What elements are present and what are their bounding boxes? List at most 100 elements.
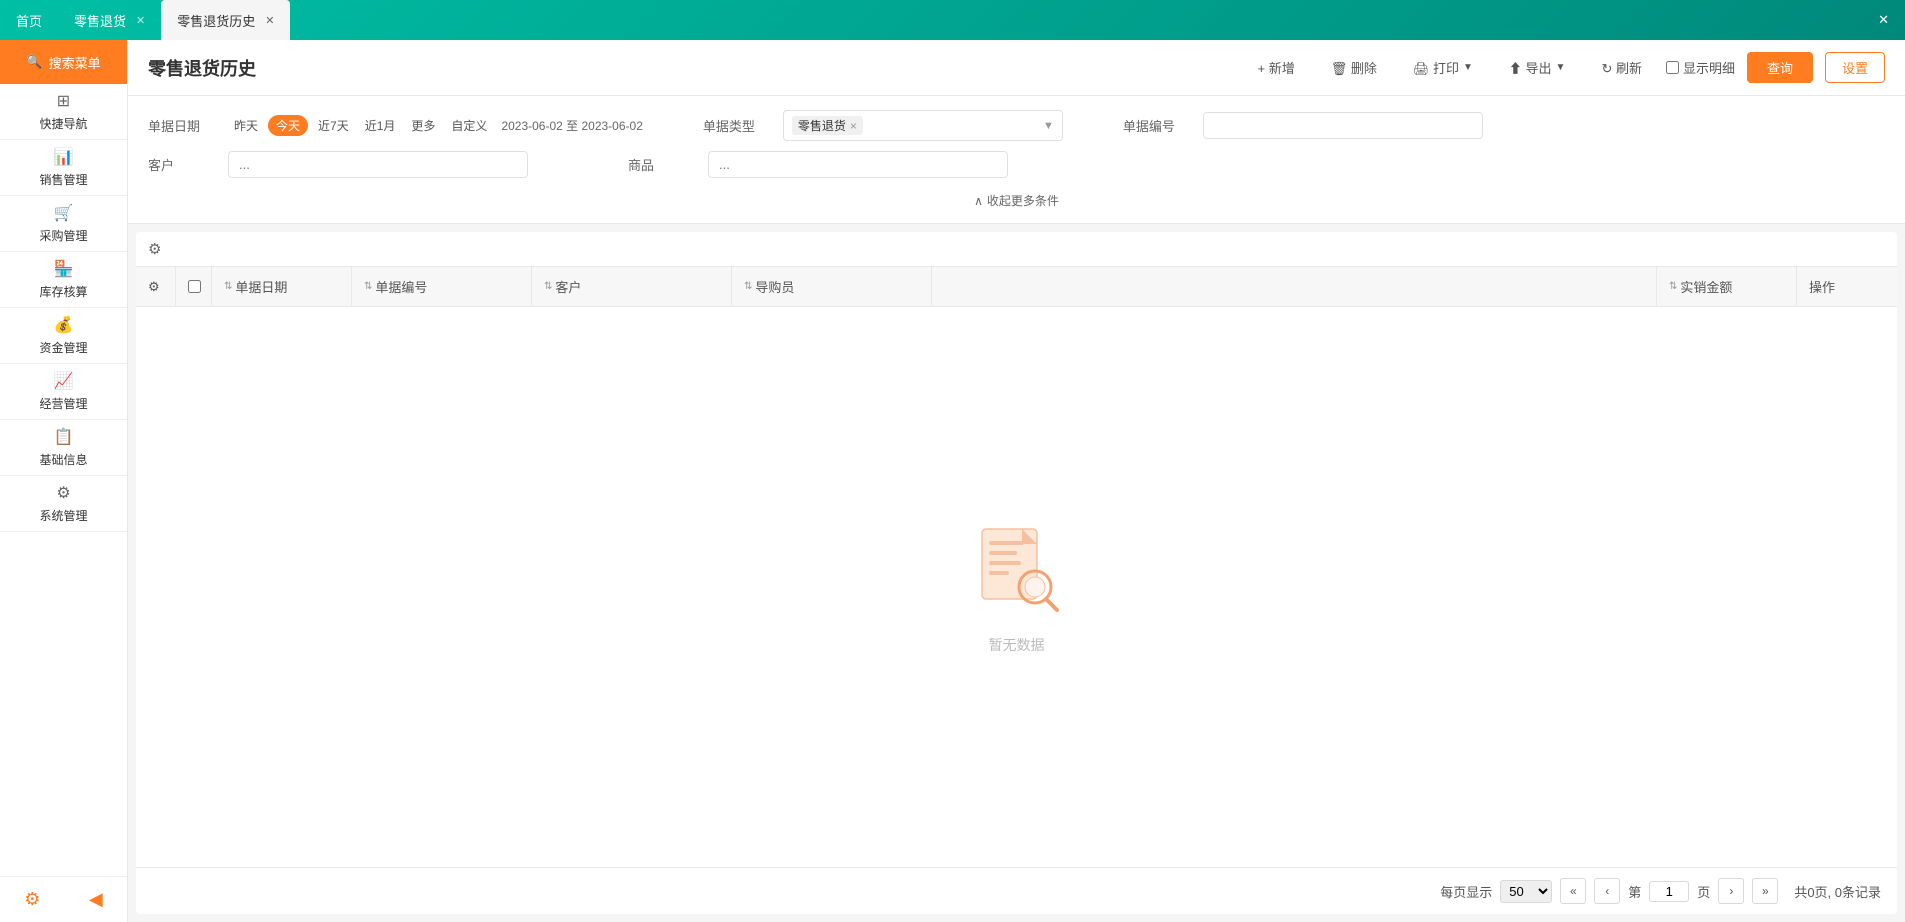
collapse-filter-btn[interactable]: ∧ 收起更多条件 <box>148 188 1885 217</box>
page-size-select[interactable]: 20 50 100 <box>1500 880 1552 903</box>
refresh-button[interactable]: ↻ 刷新 <box>1589 52 1654 83</box>
export-dropdown-icon: ▼ <box>1556 62 1566 73</box>
sidebar-item-operations[interactable]: 📈 经营管理 <box>0 364 127 420</box>
page-unit: 页 <box>1697 882 1710 901</box>
date-options: 昨天 今天 近7天 近1月 更多 自定义 2023-06-02 至 2023-0… <box>228 115 643 136</box>
date-opt-today[interactable]: 今天 <box>268 115 308 136</box>
sidebar-item-quick-nav[interactable]: ⊞ 快捷导航 <box>0 84 127 140</box>
main-layout: 🔍 搜索菜单 ⊞ 快捷导航 📊 销售管理 🛒 采购管理 🏪 库存核算 💰 资金管… <box>0 40 1905 922</box>
filter-area: 单据日期 昨天 今天 近7天 近1月 更多 自定义 2023-06-02 至 2… <box>128 96 1905 224</box>
sidebar-item-sales-mgmt[interactable]: 📊 销售管理 <box>0 140 127 196</box>
sort-amount-icon: ⇅ <box>1669 281 1677 292</box>
table-settings-icon[interactable]: ⚙ <box>148 240 161 258</box>
quick-nav-icon: ⊞ <box>57 91 70 111</box>
page-first-btn[interactable]: « <box>1560 878 1586 904</box>
print-button[interactable]: 🖨 打印 ▼ <box>1401 52 1485 83</box>
tab-retail-return-history[interactable]: 零售退货历史 ✕ <box>161 0 290 40</box>
empty-state: 暂无数据 <box>136 307 1897 867</box>
tag-close-icon[interactable]: × <box>850 119 857 133</box>
sidebar-settings-icon[interactable]: ⚙ <box>24 889 40 910</box>
page-label: 第 <box>1628 882 1641 901</box>
th-checkbox[interactable] <box>176 267 212 306</box>
top-bar: 首页 零售退货 ✕ 零售退货历史 ✕ ✕ <box>0 0 1905 40</box>
page-header: 零售退货历史 + 新增 🗑 删除 🖨 打印 ▼ ⬆ 导出 ▼ ↻ 刷新 显示明细… <box>128 40 1905 96</box>
sidebar-item-basic-info[interactable]: 📋 基础信息 <box>0 420 127 476</box>
filter-row-2: 客户 商品 <box>148 151 1885 178</box>
sidebar-item-purchase-mgmt[interactable]: 🛒 采购管理 <box>0 196 127 252</box>
customer-input[interactable] <box>228 151 528 178</box>
show-detail-checkbox-label[interactable]: 显示明细 <box>1666 58 1735 77</box>
date-opt-1month[interactable]: 近1月 <box>359 115 402 136</box>
empty-illustration <box>967 519 1067 619</box>
sidebar-item-sys-mgmt[interactable]: ⚙ 系统管理 <box>0 476 127 532</box>
customer-label: 客户 <box>148 155 208 174</box>
query-button[interactable]: 查询 <box>1747 52 1813 83</box>
export-button[interactable]: ⬆ 导出 ▼ <box>1497 52 1578 83</box>
sidebar: 🔍 搜索菜单 ⊞ 快捷导航 📊 销售管理 🛒 采购管理 🏪 库存核算 💰 资金管… <box>0 40 128 922</box>
setting-button[interactable]: 设置 <box>1825 52 1885 83</box>
voucher-type-tag: 零售退货 × <box>792 116 863 135</box>
voucher-type-label: 单据类型 <box>703 116 763 135</box>
th-amount[interactable]: ⇅ 实销金额 <box>1657 267 1797 306</box>
tab-retail-return[interactable]: 零售退货 ✕ <box>58 0 161 40</box>
voucher-type-dropdown[interactable]: 零售退货 × ▼ <box>783 110 1063 141</box>
th-customer[interactable]: ⇅ 客户 <box>532 267 732 306</box>
topbar-right-close[interactable]: ✕ <box>1878 12 1905 28</box>
search-icon: 🔍 <box>26 54 42 70</box>
total-info: 共0页, 0条记录 <box>1794 882 1881 901</box>
goods-input[interactable] <box>708 151 1008 178</box>
sidebar-item-inventory[interactable]: 🏪 库存核算 <box>0 252 127 308</box>
date-opt-7days[interactable]: 近7天 <box>312 115 355 136</box>
show-detail-checkbox[interactable] <box>1666 61 1679 74</box>
sidebar-bottom: ⚙ ◀ <box>0 876 127 922</box>
print-dropdown-icon: ▼ <box>1463 62 1473 73</box>
th-salesperson[interactable]: ⇅ 导购员 <box>732 267 932 306</box>
date-opt-more[interactable]: 更多 <box>405 115 441 136</box>
filter-row-1: 单据日期 昨天 今天 近7天 近1月 更多 自定义 2023-06-02 至 2… <box>148 110 1885 141</box>
tab-home[interactable]: 首页 <box>0 0 58 40</box>
finance-icon: 💰 <box>54 315 74 335</box>
new-button[interactable]: + 新增 <box>1246 52 1307 83</box>
delete-button[interactable]: 🗑 删除 <box>1319 52 1389 83</box>
inventory-icon: 🏪 <box>54 259 74 279</box>
page-title: 零售退货历史 <box>148 55 256 81</box>
content-area: 零售退货历史 + 新增 🗑 删除 🖨 打印 ▼ ⬆ 导出 ▼ ↻ 刷新 显示明细… <box>128 40 1905 922</box>
date-opt-yesterday[interactable]: 昨天 <box>228 115 264 136</box>
page-prev-btn[interactable]: ‹ <box>1594 878 1620 904</box>
page-next-btn[interactable]: › <box>1718 878 1744 904</box>
dropdown-arrow-icon: ▼ <box>1043 120 1054 132</box>
th-action: 操作 <box>1797 267 1897 306</box>
close-tab-retail-return[interactable]: ✕ <box>136 14 145 27</box>
voucher-no-input[interactable] <box>1203 112 1483 139</box>
select-all-checkbox[interactable] <box>188 280 201 293</box>
operations-icon: 📈 <box>54 371 74 391</box>
purchase-icon: 🛒 <box>54 203 74 223</box>
voucher-no-label: 单据编号 <box>1123 116 1183 135</box>
empty-text: 暂无数据 <box>989 635 1045 655</box>
date-label: 单据日期 <box>148 116 208 135</box>
collapse-icon: ∧ <box>974 194 983 208</box>
th-spacer <box>932 267 1657 306</box>
date-range-display: 2023-06-02 至 2023-06-02 <box>501 117 642 134</box>
page-size-label: 每页显示 <box>1440 882 1492 901</box>
sidebar-item-finance[interactable]: 💰 资金管理 <box>0 308 127 364</box>
sales-icon: 📊 <box>54 147 74 167</box>
sort-no-icon: ⇅ <box>364 281 372 292</box>
basic-info-icon: 📋 <box>54 427 74 447</box>
table-area: ⚙ ⚙ ⇅ 单据日期 ⇅ 单据编号 ⇅ <box>136 232 1897 914</box>
sort-date-icon: ⇅ <box>224 281 232 292</box>
date-opt-custom[interactable]: 自定义 <box>445 115 493 136</box>
pagination: 每页显示 20 50 100 « ‹ 第 页 › » 共0页, 0条记录 <box>136 867 1897 914</box>
th-settings-icon: ⚙ <box>148 279 160 295</box>
sort-customer-icon: ⇅ <box>544 281 552 292</box>
th-date[interactable]: ⇅ 单据日期 <box>212 267 352 306</box>
page-input[interactable] <box>1649 881 1689 902</box>
th-no[interactable]: ⇅ 单据编号 <box>352 267 532 306</box>
sort-salesperson-icon: ⇅ <box>744 281 752 292</box>
table-toolbar: ⚙ <box>136 232 1897 267</box>
th-settings[interactable]: ⚙ <box>136 267 176 306</box>
page-last-btn[interactable]: » <box>1752 878 1778 904</box>
sidebar-collapse-icon[interactable]: ◀ <box>89 889 103 910</box>
sidebar-search[interactable]: 🔍 搜索菜单 <box>0 40 127 84</box>
close-tab-history[interactable]: ✕ <box>265 14 274 27</box>
